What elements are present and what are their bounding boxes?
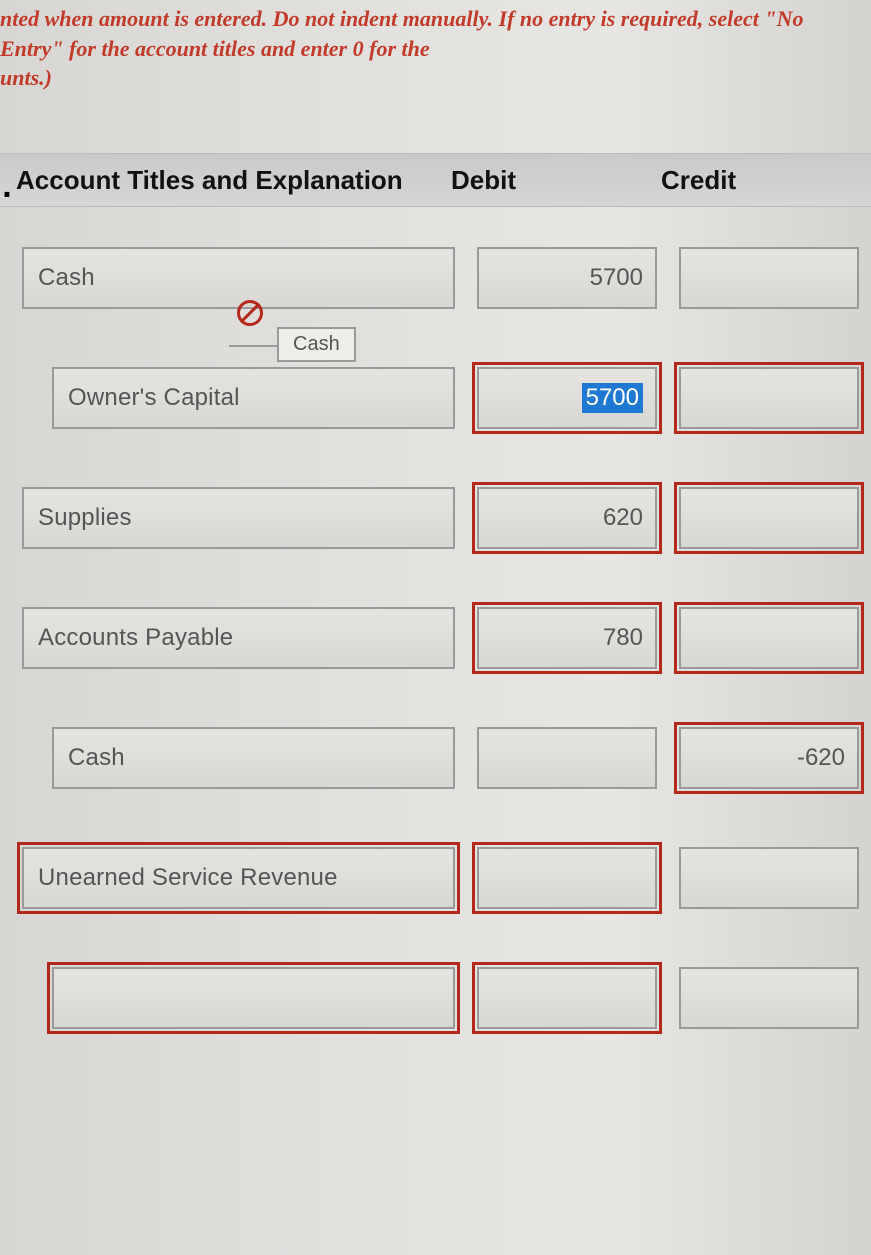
journal-rows: Cash 5700 Owner's Capital 5700 Cash Supplies 6…: [0, 207, 871, 1029]
not-allowed-icon: [237, 300, 263, 326]
header-debit: Debit: [451, 154, 661, 206]
credit-input[interactable]: [679, 487, 859, 549]
debit-input[interactable]: 780: [477, 607, 657, 669]
account-title-input[interactable]: Cash: [22, 247, 455, 309]
header-credit: Credit: [661, 154, 871, 206]
credit-input[interactable]: [679, 607, 859, 669]
account-title-input[interactable]: Accounts Payable: [22, 607, 455, 669]
table-row: Unearned Service Revenue: [22, 847, 859, 909]
account-title-input[interactable]: [52, 967, 455, 1029]
account-title-input[interactable]: Unearned Service Revenue: [22, 847, 455, 909]
credit-input[interactable]: [679, 247, 859, 309]
header-account-title: Account Titles and Explanation: [14, 154, 451, 206]
debit-input[interactable]: 5700: [477, 247, 657, 309]
account-title-input[interactable]: Owner's Capital: [52, 367, 455, 429]
table-row: Owner's Capital5700Cash: [22, 367, 859, 429]
tooltip: Cash: [277, 327, 356, 362]
account-title-input[interactable]: Supplies: [22, 487, 455, 549]
table-row: Cash 5700: [22, 247, 859, 309]
table-row: [22, 967, 859, 1029]
table-row: Cash -620: [22, 727, 859, 789]
table-row: Accounts Payable 780: [22, 607, 859, 669]
debit-input[interactable]: 5700: [477, 367, 657, 429]
credit-input[interactable]: [679, 847, 859, 909]
debit-input[interactable]: [477, 727, 657, 789]
debit-input[interactable]: [477, 847, 657, 909]
table-row: Supplies 620: [22, 487, 859, 549]
credit-input[interactable]: [679, 367, 859, 429]
table-header: . Account Titles and Explanation Debit C…: [0, 153, 871, 207]
debit-input[interactable]: [477, 967, 657, 1029]
instructions-text: nted when amount is entered. Do not inde…: [0, 0, 871, 93]
account-title-input[interactable]: Cash: [52, 727, 455, 789]
header-dot: .: [0, 154, 14, 206]
credit-input[interactable]: [679, 967, 859, 1029]
credit-input[interactable]: -620: [679, 727, 859, 789]
debit-input[interactable]: 620: [477, 487, 657, 549]
